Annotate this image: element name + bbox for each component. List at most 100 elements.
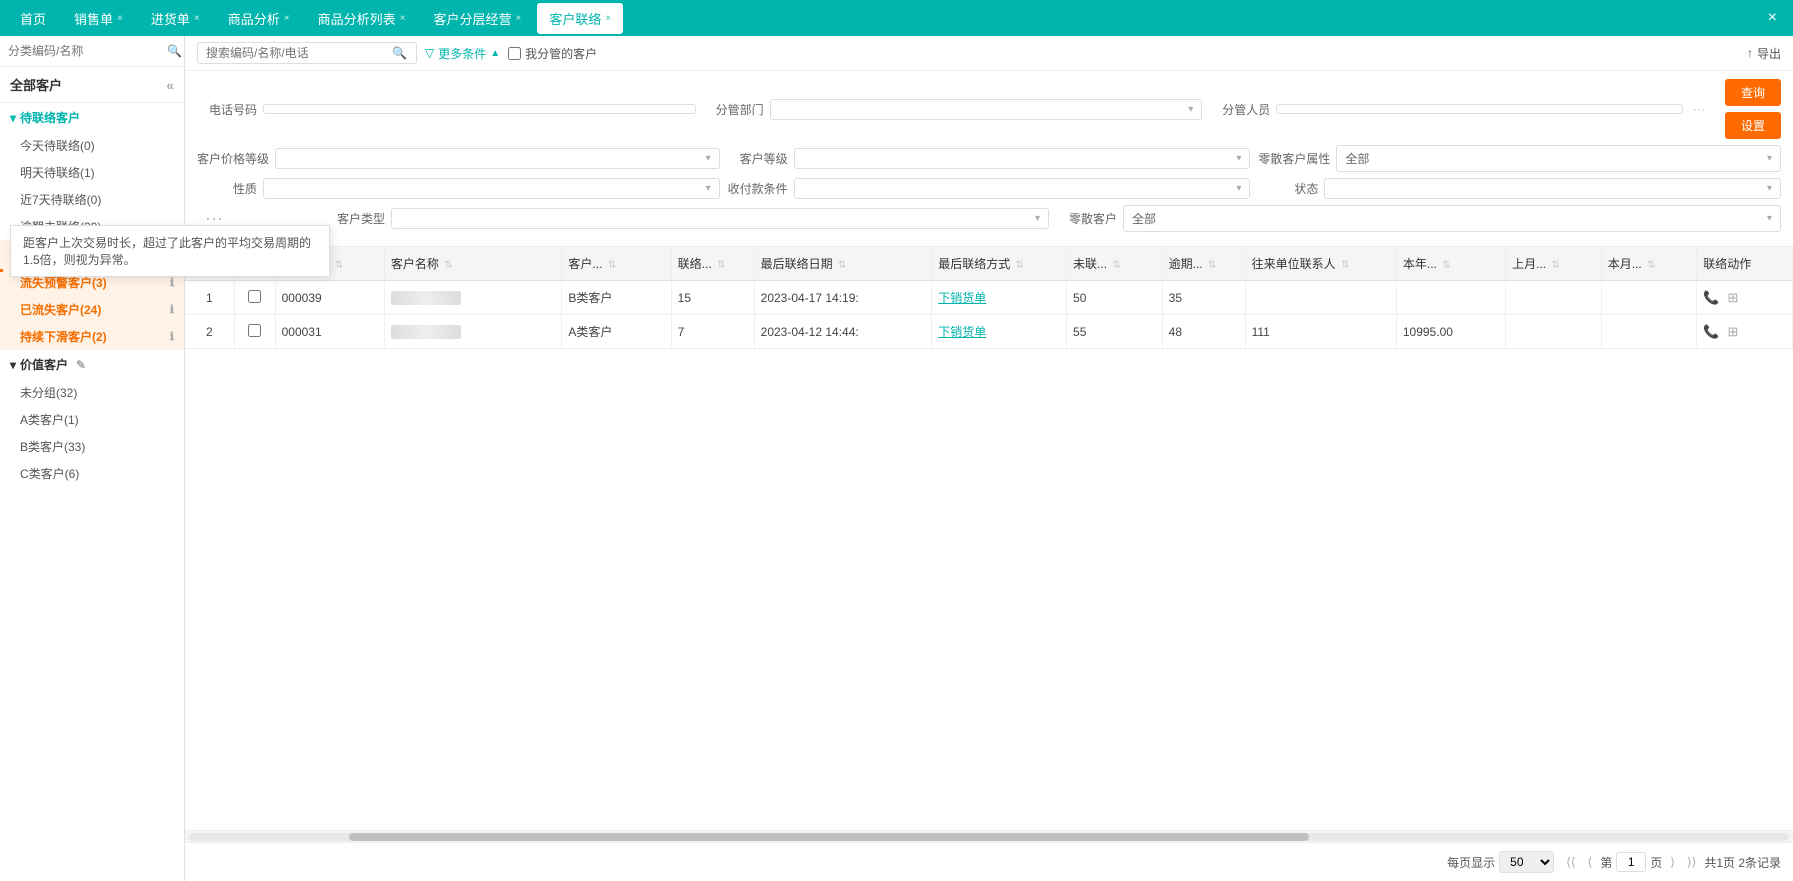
th-actions: 联络动作 (1697, 247, 1793, 281)
row-checkbox-1[interactable] (248, 290, 261, 303)
filter-row-2: 客户价格等级 ▾ 客户等级 ▾ 零散客户属性 全部 (197, 145, 1781, 172)
window-close-button[interactable]: × (1760, 5, 1785, 31)
nav-item-customer-segment[interactable]: 客户分层经营 × (421, 3, 533, 34)
my-customers-checkbox[interactable]: 我分管的客户 (508, 45, 597, 62)
export-icon: ↑ (1747, 46, 1753, 60)
th-overdue[interactable]: 逾期... ⇅ (1162, 247, 1245, 281)
close-icon-product-analysis[interactable]: × (284, 13, 290, 24)
nav-item-product-analysis[interactable]: 商品分析 × (216, 3, 302, 34)
sidebar-search-input[interactable] (8, 44, 163, 58)
sidebar-item-today[interactable]: 今天待联络(0) (0, 132, 184, 159)
th-this-month[interactable]: 本月... ⇅ (1601, 247, 1697, 281)
chevron-down-icon-dept: ▾ (1188, 104, 1193, 115)
horizontal-scrollbar[interactable] (185, 830, 1793, 842)
nav-item-purchase[interactable]: 进货单 × (139, 3, 212, 34)
table-header-row: 客户编码 ⇅ 客户名称 ⇅ 客户... ⇅ 联络... (185, 247, 1793, 281)
edit-value-customer-icon[interactable]: ✎ (76, 358, 86, 372)
filter-input-retail-attr[interactable]: 全部 ▾ (1336, 145, 1781, 172)
sort-icon-method: ⇅ (1016, 260, 1024, 271)
filter-input-phone[interactable] (263, 104, 696, 114)
chevron-down-icon-level: ▾ (1236, 153, 1241, 164)
export-button[interactable]: ↑ 导出 (1747, 45, 1781, 62)
cell-uncontacted-2: 55 (1067, 315, 1163, 349)
th-last-contact-method[interactable]: 最后联络方式 ⇅ (932, 247, 1067, 281)
close-icon-product-list[interactable]: × (400, 13, 406, 24)
sidebar-item-class-a[interactable]: A类客户(1) (0, 406, 184, 433)
last-page-btn[interactable]: ⟩⟩ (1683, 853, 1700, 871)
more-conditions-btn[interactable]: ▽ 更多条件 ▲ (425, 45, 500, 62)
th-last-contact-date[interactable]: 最后联络日期 ⇅ (754, 247, 932, 281)
sidebar-item-class-c[interactable]: C类客户(6) (0, 460, 184, 487)
per-page-select[interactable]: 20 50 100 (1499, 851, 1554, 873)
sidebar-item-ungroup[interactable]: 未分组(32) (0, 379, 184, 406)
filter-label-nature: 性质 (197, 180, 257, 197)
filter-input-status[interactable]: ▾ (1324, 178, 1781, 199)
filter-dots-person[interactable]: ··· (1689, 102, 1709, 116)
filter-input-price-level[interactable]: ▾ (275, 148, 720, 169)
sort-icon-this-month: ⇅ (1647, 260, 1655, 271)
settings-button[interactable]: 设置 (1725, 112, 1781, 139)
sidebar-item-class-b[interactable]: B类客户(33) (0, 433, 184, 460)
page-input[interactable] (1616, 852, 1646, 872)
sort-icon-uncontacted: ⇅ (1112, 260, 1120, 271)
table-row: 2 000031 A类客户 7 2023-04-12 14:44: 下销货单 (185, 315, 1793, 349)
sidebar-collapse-btn[interactable]: « (166, 77, 174, 93)
cell-method-1: 下销货单 (932, 281, 1067, 315)
sidebar-search-icon[interactable]: 🔍 (167, 44, 182, 58)
search-input[interactable] (206, 46, 386, 60)
th-contact-count[interactable]: 联络... ⇅ (671, 247, 754, 281)
close-icon-purchase[interactable]: × (194, 13, 200, 24)
grid-action-icon-2[interactable]: ⊞ (1727, 324, 1738, 340)
filter-input-nature[interactable]: ▾ (263, 178, 720, 199)
filter-input-person[interactable] (1276, 104, 1683, 114)
sort-icon-contact: ⇅ (717, 260, 725, 271)
export-label: 导出 (1757, 45, 1781, 62)
th-customer-name[interactable]: 客户名称 ⇅ (384, 247, 562, 281)
nav-item-customer-contact[interactable]: 客户联络 × (537, 3, 623, 34)
sort-icon-name: ⇅ (444, 260, 452, 271)
sidebar-item-tomorrow[interactable]: 明天待联络(1) (0, 159, 184, 186)
filter-input-customer-type[interactable]: ▾ (391, 208, 1049, 229)
sidebar-item-already-lost[interactable]: 已流失客户(24) ℹ (0, 296, 184, 323)
th-this-year[interactable]: 本年... ⇅ (1396, 247, 1505, 281)
th-contact-person[interactable]: 往来单位联系人 ⇅ (1245, 247, 1396, 281)
section-title-value: 价值客户 (20, 356, 68, 373)
phone-action-icon-1[interactable]: 📞 (1703, 290, 1719, 306)
grid-action-icon-1[interactable]: ⊞ (1727, 290, 1738, 306)
filter-input-dept[interactable]: ▾ (770, 99, 1203, 120)
close-icon-customer-segment[interactable]: × (515, 13, 521, 24)
query-button[interactable]: 查询 (1725, 79, 1781, 106)
filter-customer-type: 客户类型 ▾ (325, 208, 1049, 229)
section-waiting-contact[interactable]: 待联络客户 (0, 103, 184, 132)
nav-item-sales[interactable]: 销售单 × (62, 3, 135, 34)
th-last-month[interactable]: 上月... ⇅ (1506, 247, 1602, 281)
filter-label-dept: 分管部门 (704, 101, 764, 118)
search-icon[interactable]: 🔍 (392, 46, 407, 60)
prev-page-btn[interactable]: ⟨ (1584, 853, 1597, 871)
section-value-customer[interactable]: 价值客户 ✎ (0, 350, 184, 379)
filter-input-payment[interactable]: ▾ (794, 178, 1251, 199)
th-uncontacted[interactable]: 未联... ⇅ (1067, 247, 1163, 281)
nav-item-home[interactable]: 首页 (8, 3, 58, 34)
nav-item-product-list[interactable]: 商品分析列表 × (306, 3, 418, 34)
sort-icon-last-month: ⇅ (1551, 260, 1559, 271)
link-method-1[interactable]: 下销货单 (938, 291, 986, 305)
filter-input-customer-level[interactable]: ▾ (794, 148, 1251, 169)
th-customer-type[interactable]: 客户... ⇅ (562, 247, 671, 281)
per-page-label: 每页显示 (1447, 854, 1495, 871)
phone-action-icon-2[interactable]: 📞 (1703, 324, 1719, 340)
close-icon-sales[interactable]: × (117, 13, 123, 24)
my-customers-check[interactable] (508, 47, 521, 60)
filter-input-retail-customer[interactable]: 全部 ▾ (1123, 205, 1781, 232)
cell-actions-2: 📞 ⊞ (1697, 315, 1793, 349)
sidebar-item-declining[interactable]: 持续下滑客户(2) ℹ (0, 323, 184, 350)
cell-person-2: 111 (1245, 315, 1396, 349)
first-page-btn[interactable]: ⟨⟨ (1562, 853, 1579, 871)
filter-phone: 电话号码 (197, 101, 696, 118)
close-icon-customer-contact[interactable]: × (605, 13, 611, 24)
sidebar-item-7days[interactable]: 近7天待联络(0) (0, 186, 184, 213)
link-method-2[interactable]: 下销货单 (938, 325, 986, 339)
table-container: 客户编码 ⇅ 客户名称 ⇅ 客户... ⇅ 联络... (185, 247, 1793, 830)
row-checkbox-2[interactable] (248, 324, 261, 337)
next-page-btn[interactable]: ⟩ (1666, 853, 1679, 871)
